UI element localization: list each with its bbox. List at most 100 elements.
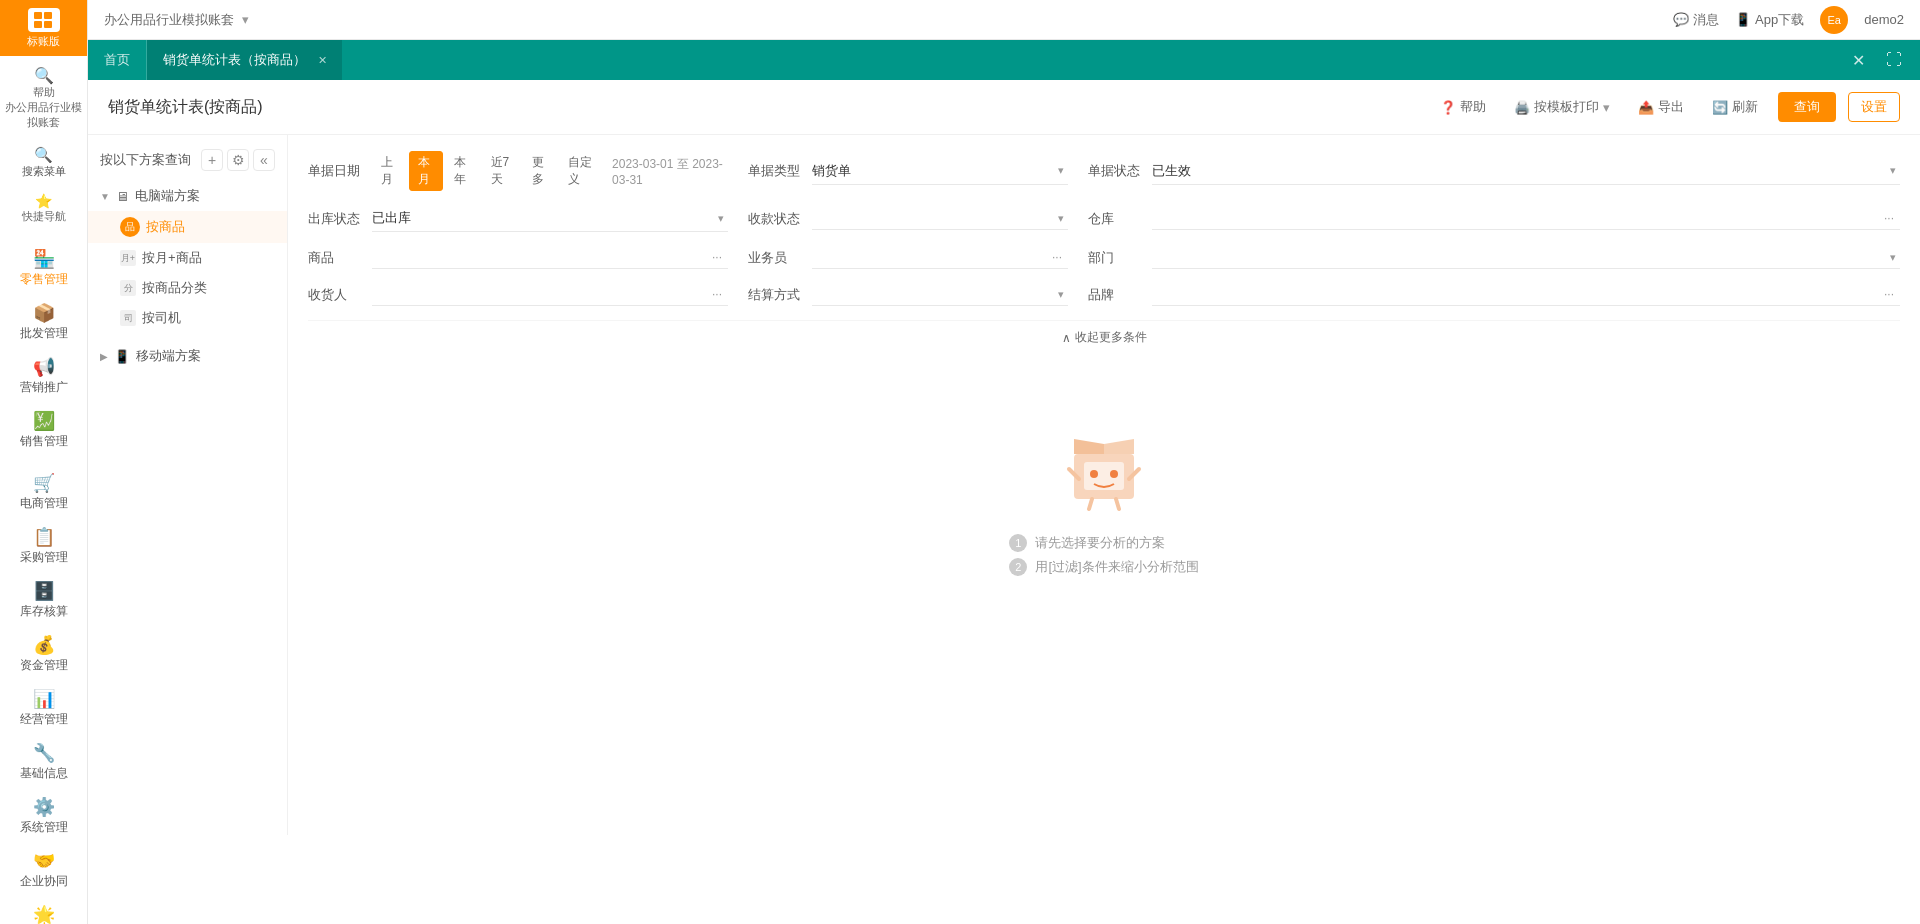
scheme-item-by-product[interactable]: 品 按商品 [88,211,287,243]
department-select[interactable]: ▾ [1152,247,1900,269]
refresh-btn[interactable]: 🔄 刷新 [1704,94,1766,120]
brand-label: 品牌 [1088,286,1144,304]
app-logo: 标账版 [0,0,88,56]
finance-label: 资金管理 [20,657,68,674]
tab-home[interactable]: 首页 [88,40,147,80]
page-content: 销货单统计表(按商品) ❓ 帮助 🖨️ 按模板打印 ▾ 📤 导出 [88,80,1920,924]
query-btn[interactable]: 查询 [1778,92,1836,122]
sidebar-item-basic[interactable]: 🔧 基础信息 [0,734,87,788]
page-actions: ❓ 帮助 🖨️ 按模板打印 ▾ 📤 导出 🔄 刷新 [1432,92,1900,122]
period-this-year[interactable]: 本年 [445,151,480,191]
ecommerce-icon: 🛒 [33,474,55,492]
sidebar-item-retail[interactable]: 🏪 零售管理 [0,240,87,294]
scheme-settings-btn[interactable]: ⚙ [227,149,249,171]
scheme-add-btn[interactable]: + [201,149,223,171]
wholesale-icon: 📦 [33,304,55,322]
out-status-select[interactable]: 已出库 ▾ [372,205,728,232]
period-custom[interactable]: 自定义 [559,151,602,191]
empty-hint-1: 1 请先选择要分析的方案 [1009,534,1198,552]
period-last-month[interactable]: 上月 [372,151,407,191]
sidebar-item-procurement[interactable]: 📋 采购管理 [0,518,87,572]
salesperson-more-btn[interactable]: ··· [1046,250,1068,264]
message-icon: 💬 [1673,12,1689,27]
period-7days[interactable]: 近7天 [482,151,521,191]
print-dropdown-icon: ▾ [1603,100,1610,115]
user-avatar[interactable]: Ea [1820,6,1848,34]
product-more-btn[interactable]: ··· [706,250,728,264]
filter-type: 单据类型 销货单 ▾ [748,158,1068,185]
department-dropdown-icon: ▾ [1890,251,1896,264]
payment-select[interactable]: ▾ [812,208,1068,230]
sidebar-search[interactable]: 🔍 帮助 办公用品行业模拟账套 [0,56,87,140]
sales-label: 销售管理 [20,433,68,450]
sidebar-item-marketing[interactable]: 📢 营销推广 [0,348,87,402]
tab-close-btn[interactable]: ✕ [314,52,330,68]
marketing-label: 营销推广 [20,379,68,396]
svg-line-10 [1089,499,1092,509]
scheme-item-by-category[interactable]: 分 按商品分类 [88,273,287,303]
sidebar-item-finance[interactable]: 💰 资金管理 [0,626,87,680]
scheme-group-pc-header[interactable]: ▼ 🖥 电脑端方案 [88,181,287,211]
page-title: 销货单统计表(按商品) [108,97,263,118]
app-download-btn[interactable]: 📱 App下载 [1735,11,1804,29]
status-select[interactable]: 已生效 ▾ [1152,158,1900,185]
warehouse-label: 仓库 [1088,210,1144,228]
collapse-bar[interactable]: ∧ 收起更多条件 [308,320,1900,354]
settlement-select[interactable]: ▾ [812,284,1068,306]
print-icon: 🖨️ [1514,100,1530,115]
print-template-btn[interactable]: 🖨️ 按模板打印 ▾ [1506,94,1618,120]
svg-rect-1 [44,12,52,19]
pc-icon: 🖥 [116,189,129,204]
empty-texts: 1 请先选择要分析的方案 2 用[过滤]条件来缩小分析范围 [1009,534,1198,582]
message-btn[interactable]: 💬 消息 [1673,11,1719,29]
quick-nav[interactable]: ⭐ 快捷导航 [0,185,87,232]
sidebar-item-inventory[interactable]: 🗄️ 库存核算 [0,572,87,626]
type-select[interactable]: 销货单 ▾ [812,158,1068,185]
out-status-label: 出库状态 [308,210,364,228]
page-header: 销货单统计表(按商品) ❓ 帮助 🖨️ 按模板打印 ▾ 📤 导出 [88,80,1920,135]
app-name: 标账版 [27,34,60,49]
settlement-dropdown-icon: ▾ [1058,288,1064,301]
by-product-icon: 品 [120,217,140,237]
scheme-collapse-btn[interactable]: « [253,149,275,171]
finance-icon: 💰 [33,636,55,654]
settlement-label: 结算方式 [748,286,804,304]
status-label: 单据状态 [1088,162,1144,180]
tab-active[interactable]: 销货单统计表（按商品） ✕ [147,40,342,80]
scheme-group-mobile-header[interactable]: ▶ 📱 移动端方案 [88,341,287,371]
help-btn[interactable]: ❓ 帮助 [1432,94,1494,120]
system-icon: ⚙️ [33,798,55,816]
period-this-month[interactable]: 本月 [409,151,444,191]
sidebar-item-ecommerce[interactable]: 🛒 电商管理 [0,464,87,518]
brand-more-btn[interactable]: ··· [1878,287,1900,301]
mobile-group-label: 移动端方案 [136,347,201,365]
settings-btn[interactable]: 设置 [1848,92,1900,122]
search-menu[interactable]: 🔍 搜索菜单 [0,140,87,185]
tab-minimize-btn[interactable]: ✕ [1844,46,1872,74]
scheme-group-pc: ▼ 🖥 电脑端方案 品 按商品 月+ 按月+商品 [88,177,287,337]
hint2-text: 用[过滤]条件来缩小分析范围 [1035,558,1198,576]
warehouse-more-btn[interactable]: ··· [1878,211,1900,225]
recipient-more-btn[interactable]: ··· [706,287,728,301]
filter-department: 部门 ▾ [1088,247,1900,269]
empty-illustration [1054,414,1154,514]
period-more[interactable]: 更多 [523,151,558,191]
out-status-value: 已出库 [372,209,714,227]
sidebar-item-operations[interactable]: 📊 经营管理 [0,680,87,734]
filter-product: 商品 ··· [308,246,728,269]
sidebar-item-wholesale[interactable]: 📦 批发管理 [0,294,87,348]
scheme-group-mobile: ▶ 📱 移动端方案 [88,337,287,375]
date-period-btns: 上月 本月 本年 近7天 更多 自定义 [372,151,602,191]
status-dropdown-icon: ▾ [1890,164,1896,177]
scheme-item-by-month-product[interactable]: 月+ 按月+商品 [88,243,287,273]
industry-dropdown-icon[interactable]: ▾ [242,12,249,27]
sidebar-item-guide[interactable]: 🌟 新手引导 [0,896,87,924]
sidebar-item-cooperation[interactable]: 🤝 企业协同 [0,842,87,896]
tab-maximize-btn[interactable]: ⛶ [1880,46,1908,74]
sidebar-item-system[interactable]: ⚙️ 系统管理 [0,788,87,842]
sidebar-item-sales[interactable]: 💹 销售管理 [0,402,87,456]
basic-label: 基础信息 [20,765,68,782]
filter-out-status: 出库状态 已出库 ▾ [308,205,728,232]
export-btn[interactable]: 📤 导出 [1630,94,1692,120]
scheme-item-by-driver[interactable]: 司 按司机 [88,303,287,333]
